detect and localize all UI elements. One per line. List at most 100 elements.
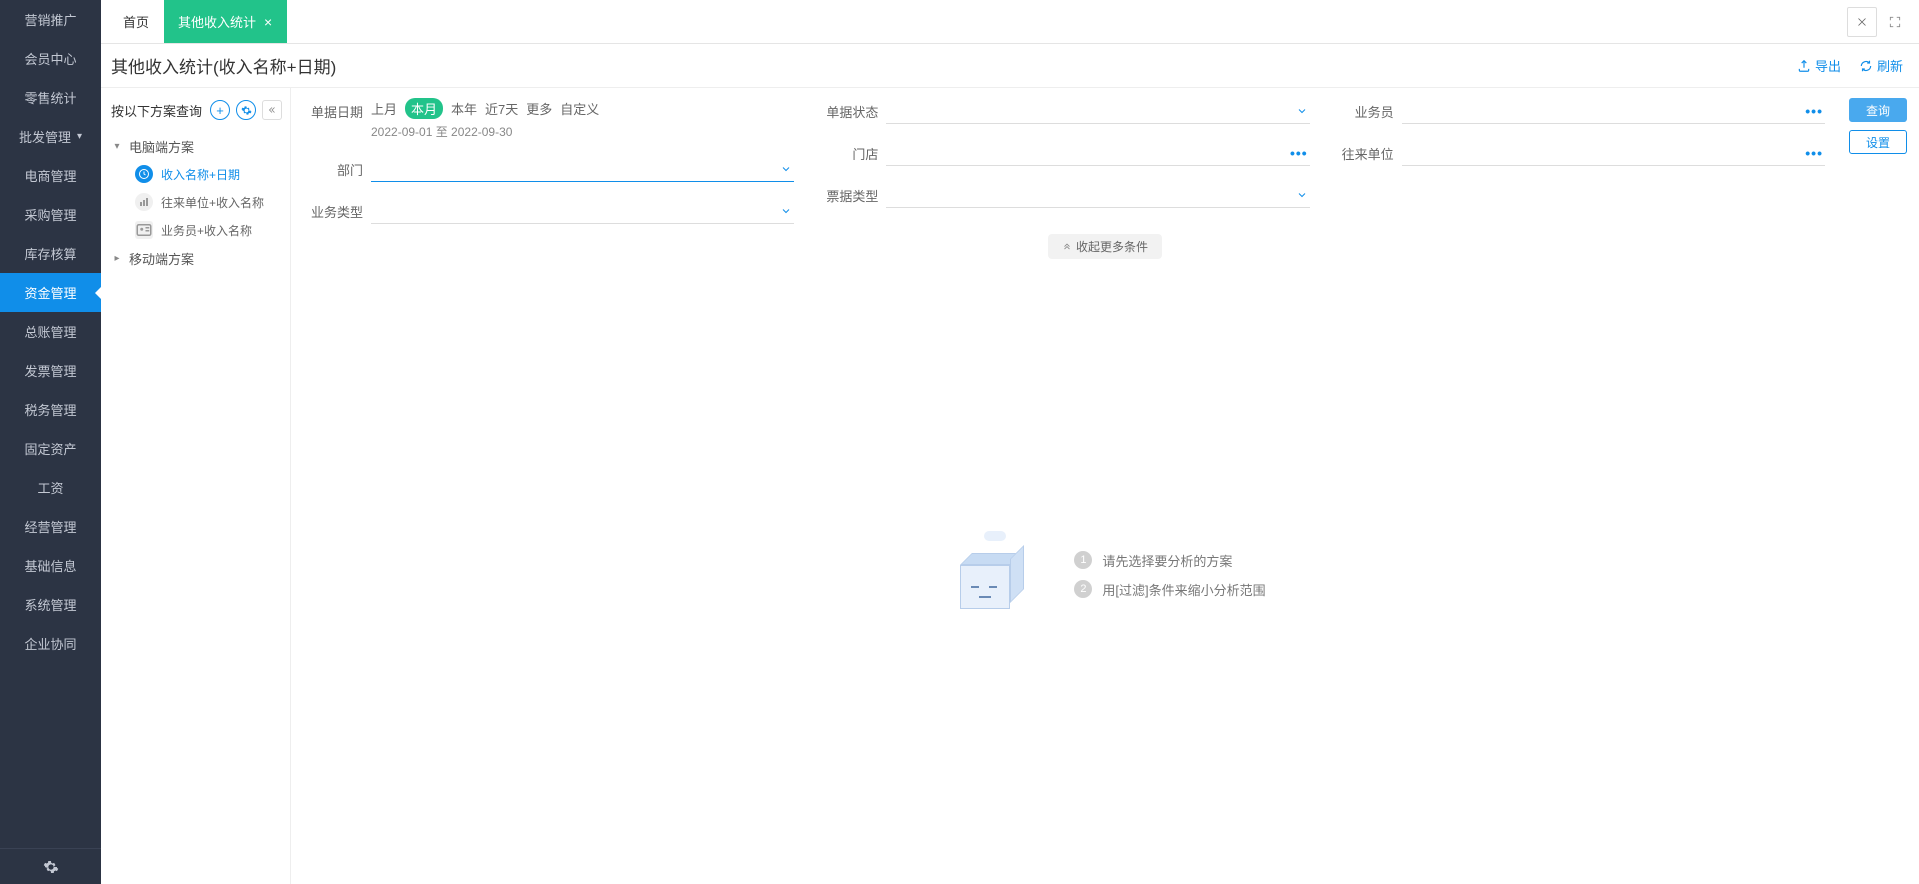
scheme-panel: 按以下方案查询 + ▾ 电脑端方案 收入名称+日期	[101, 88, 291, 884]
scheme-tree: ▾ 电脑端方案 收入名称+日期 往来单位+收入名称 业务员+收入名称	[101, 128, 290, 276]
scheme-header: 按以下方案查询 +	[101, 96, 290, 128]
ellipsis-icon: •••	[1290, 145, 1308, 161]
date-opt-last7[interactable]: 近7天	[485, 99, 518, 118]
date-opt-last-month[interactable]: 上月	[371, 99, 397, 118]
date-opt-more[interactable]: 更多	[526, 99, 552, 118]
store-lookup[interactable]: •••	[886, 140, 1309, 166]
scheme-settings-button[interactable]	[236, 100, 256, 120]
page-header: 其他收入统计(收入名称+日期) 导出 刷新	[101, 44, 1919, 88]
refresh-icon	[1859, 59, 1873, 73]
date-opt-this-month[interactable]: 本月	[405, 98, 443, 119]
sidebar-item-purchase[interactable]: 采购管理	[0, 195, 101, 234]
tab-home[interactable]: 首页	[109, 0, 164, 43]
collapse-panel-button[interactable]	[262, 100, 282, 120]
tab-active[interactable]: 其他收入统计 ×	[164, 0, 287, 43]
salesperson-lookup[interactable]: •••	[1402, 98, 1825, 124]
chevron-down-icon	[780, 205, 792, 217]
sidebar-item-ledger[interactable]: 总账管理	[0, 312, 101, 351]
sidebar-item-system[interactable]: 系统管理	[0, 585, 101, 624]
sidebar-items: 营销推广 会员中心 零售统计 批发管理▾ 电商管理 采购管理 库存核算 资金管理…	[0, 0, 101, 848]
sidebar-item-tax[interactable]: 税务管理	[0, 390, 101, 429]
tree-leaf-partner-income[interactable]: 往来单位+收入名称	[135, 188, 286, 216]
field-label: 门店	[818, 140, 878, 163]
field-store: 门店 •••	[818, 140, 1309, 166]
field-partner: 往来单位 •••	[1334, 140, 1825, 166]
collapse-bar: 收起更多条件	[291, 224, 1919, 265]
sidebar-item-basic-info[interactable]: 基础信息	[0, 546, 101, 585]
date-opt-this-year[interactable]: 本年	[451, 99, 477, 118]
field-voucher-type: 票据类型	[818, 182, 1309, 208]
fullscreen-icon	[1888, 15, 1902, 29]
sidebar-item-ecommerce[interactable]: 电商管理	[0, 156, 101, 195]
sidebar-item-retail-stats[interactable]: 零售统计	[0, 78, 101, 117]
step-number: 2	[1074, 580, 1092, 598]
close-all-button[interactable]	[1847, 7, 1877, 37]
sidebar-item-inventory[interactable]: 库存核算	[0, 234, 101, 273]
field-label: 业务类型	[303, 198, 363, 221]
chevron-down-icon	[1296, 105, 1308, 117]
field-biz-type: 业务类型	[303, 198, 794, 224]
empty-step-1: 1 请先选择要分析的方案	[1074, 551, 1265, 570]
close-icon	[1855, 15, 1869, 29]
export-icon	[1797, 59, 1811, 73]
sidebar-item-wholesale[interactable]: 批发管理▾	[0, 117, 101, 156]
tab-close-icon[interactable]: ×	[264, 15, 272, 29]
body: 按以下方案查询 + ▾ 电脑端方案 收入名称+日期	[101, 88, 1919, 884]
caret-right-icon: ▸	[111, 253, 123, 264]
export-button[interactable]: 导出	[1797, 56, 1841, 75]
sidebar: 营销推广 会员中心 零售统计 批发管理▾ 电商管理 采购管理 库存核算 资金管理…	[0, 0, 101, 884]
sidebar-item-enterprise[interactable]: 企业协同	[0, 624, 101, 663]
voucher-type-select[interactable]	[886, 182, 1309, 208]
partner-lookup[interactable]: •••	[1402, 140, 1825, 166]
sidebar-item-salary[interactable]: 工资	[0, 468, 101, 507]
sidebar-item-funds[interactable]: 资金管理	[0, 273, 101, 312]
sidebar-item-fixed-assets[interactable]: 固定资产	[0, 429, 101, 468]
date-range: 2022-09-01 至 2022-09-30	[371, 123, 794, 140]
chevron-down-icon	[780, 163, 792, 175]
chevron-left-icon	[267, 105, 277, 115]
field-dept: 部门	[303, 156, 794, 182]
biz-type-select[interactable]	[371, 198, 794, 224]
tab-label: 其他收入统计	[178, 12, 256, 31]
ellipsis-icon: •••	[1805, 103, 1823, 119]
scheme-title: 按以下方案查询	[111, 101, 204, 120]
dept-select[interactable]	[371, 156, 794, 182]
gear-icon	[241, 105, 252, 116]
tabs-row: 首页 其他收入统计 ×	[101, 0, 1919, 44]
filters-wrap: 单据日期 上月 本月 本年 近7天 更多 自定义 20	[291, 88, 1919, 884]
field-label: 业务员	[1334, 98, 1394, 121]
tab-actions	[1847, 0, 1919, 43]
sidebar-item-marketing[interactable]: 营销推广	[0, 0, 101, 39]
tree-leaf-income-date[interactable]: 收入名称+日期	[135, 160, 286, 188]
fullscreen-button[interactable]	[1881, 8, 1909, 36]
main: 首页 其他收入统计 × 其他收入统计(收入名称+日期) 导出 刷新	[101, 0, 1919, 884]
tree-leaf-sales-income[interactable]: 业务员+收入名称	[135, 216, 286, 244]
user-card-icon	[135, 221, 153, 239]
sidebar-item-invoice[interactable]: 发票管理	[0, 351, 101, 390]
sidebar-settings[interactable]	[0, 848, 101, 884]
date-opt-custom[interactable]: 自定义	[560, 99, 599, 118]
sidebar-item-member[interactable]: 会员中心	[0, 39, 101, 78]
chart-icon	[135, 193, 153, 211]
field-label: 单据日期	[303, 98, 363, 121]
ellipsis-icon: •••	[1805, 145, 1823, 161]
field-date: 单据日期 上月 本月 本年 近7天 更多 自定义 20	[303, 98, 794, 140]
sidebar-item-operations[interactable]: 经营管理	[0, 507, 101, 546]
refresh-button[interactable]: 刷新	[1859, 56, 1903, 75]
status-select[interactable]	[886, 98, 1309, 124]
field-label: 部门	[303, 156, 363, 179]
chevron-up-icon	[1062, 242, 1072, 252]
gear-icon	[43, 859, 59, 875]
tree-group-mobile[interactable]: ▸ 移动端方案	[111, 244, 286, 272]
step-number: 1	[1074, 551, 1092, 569]
tree-group-pc[interactable]: ▾ 电脑端方案	[111, 132, 286, 160]
settings-button[interactable]: 设置	[1849, 130, 1907, 154]
empty-state: 1 请先选择要分析的方案 2 用[过滤]条件来缩小分析范围	[291, 265, 1919, 884]
collapse-more-button[interactable]: 收起更多条件	[1048, 234, 1162, 259]
add-scheme-button[interactable]: +	[210, 100, 230, 120]
query-button[interactable]: 查询	[1849, 98, 1907, 122]
field-salesperson: 业务员 •••	[1334, 98, 1825, 124]
caret-down-icon: ▾	[77, 131, 82, 142]
field-label: 票据类型	[818, 182, 878, 205]
date-options: 上月 本月 本年 近7天 更多 自定义	[371, 98, 794, 119]
